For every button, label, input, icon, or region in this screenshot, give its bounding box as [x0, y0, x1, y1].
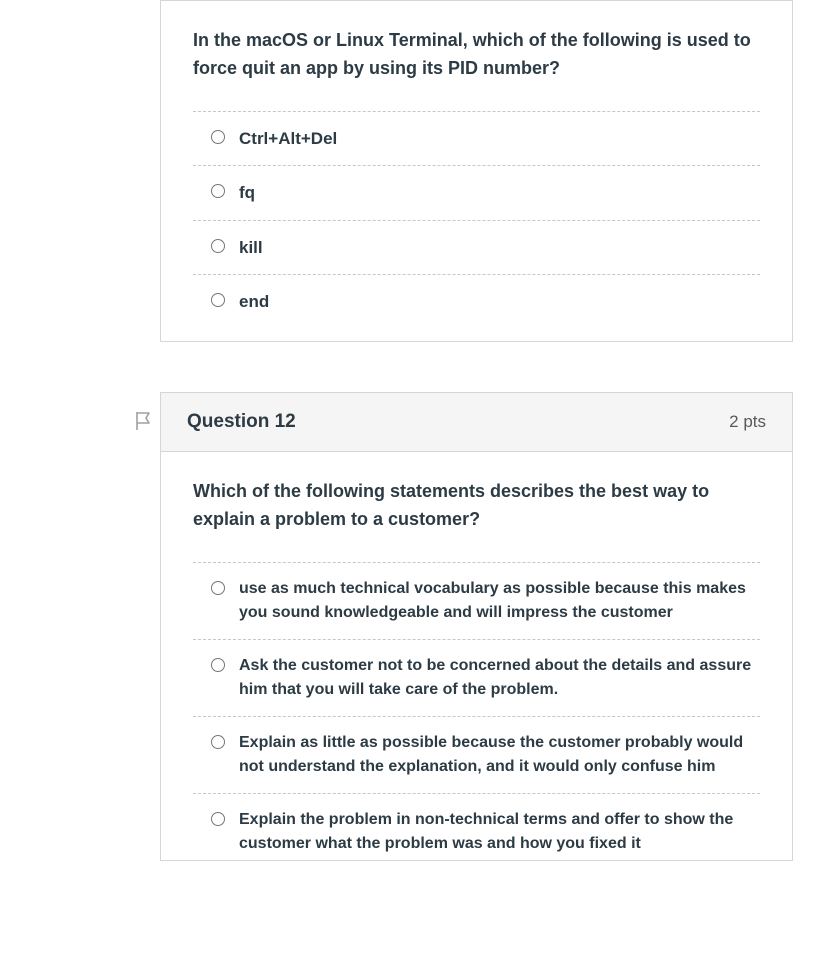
question-12-card: Question 12 2 pts Which of the following…: [160, 392, 793, 861]
option-label: Explain the problem in non-technical ter…: [239, 808, 754, 856]
flag-icon[interactable]: [134, 410, 154, 437]
question-12-header: Question 12 2 pts: [161, 393, 792, 452]
option-label: use as much technical vocabulary as poss…: [239, 577, 754, 625]
radio-option-3[interactable]: [211, 735, 225, 749]
option-label: fq: [239, 180, 255, 206]
question-11-body: In the macOS or Linux Terminal, which of…: [161, 1, 792, 341]
radio-option-2[interactable]: [211, 184, 225, 198]
question-11-card: In the macOS or Linux Terminal, which of…: [160, 0, 793, 342]
option-row[interactable]: end: [193, 275, 760, 319]
question-11-options: Ctrl+Alt+Del fq kill end: [193, 111, 760, 319]
question-11-text: In the macOS or Linux Terminal, which of…: [193, 27, 760, 83]
option-label: Ctrl+Alt+Del: [239, 126, 337, 152]
radio-option-1[interactable]: [211, 581, 225, 595]
option-label: end: [239, 289, 269, 315]
option-label: Explain as little as possible because th…: [239, 731, 754, 779]
option-row[interactable]: kill: [193, 221, 760, 276]
option-row[interactable]: fq: [193, 166, 760, 221]
radio-option-4[interactable]: [211, 293, 225, 307]
option-label: Ask the customer not to be concerned abo…: [239, 654, 754, 702]
option-row[interactable]: Explain the problem in non-technical ter…: [193, 794, 760, 860]
option-row[interactable]: use as much technical vocabulary as poss…: [193, 563, 760, 640]
option-row[interactable]: Explain as little as possible because th…: [193, 717, 760, 794]
question-12-wrapper: Question 12 2 pts Which of the following…: [0, 392, 813, 861]
question-12-options: use as much technical vocabulary as poss…: [193, 562, 760, 860]
option-row[interactable]: Ctrl+Alt+Del: [193, 112, 760, 167]
question-12-body: Which of the following statements descri…: [161, 452, 792, 860]
question-12-title: Question 12: [187, 411, 296, 433]
radio-option-2[interactable]: [211, 658, 225, 672]
option-row[interactable]: Ask the customer not to be concerned abo…: [193, 640, 760, 717]
radio-option-4[interactable]: [211, 812, 225, 826]
question-12-points: 2 pts: [729, 412, 766, 432]
radio-option-1[interactable]: [211, 130, 225, 144]
option-label: kill: [239, 235, 263, 261]
question-12-text: Which of the following statements descri…: [193, 478, 760, 534]
radio-option-3[interactable]: [211, 239, 225, 253]
